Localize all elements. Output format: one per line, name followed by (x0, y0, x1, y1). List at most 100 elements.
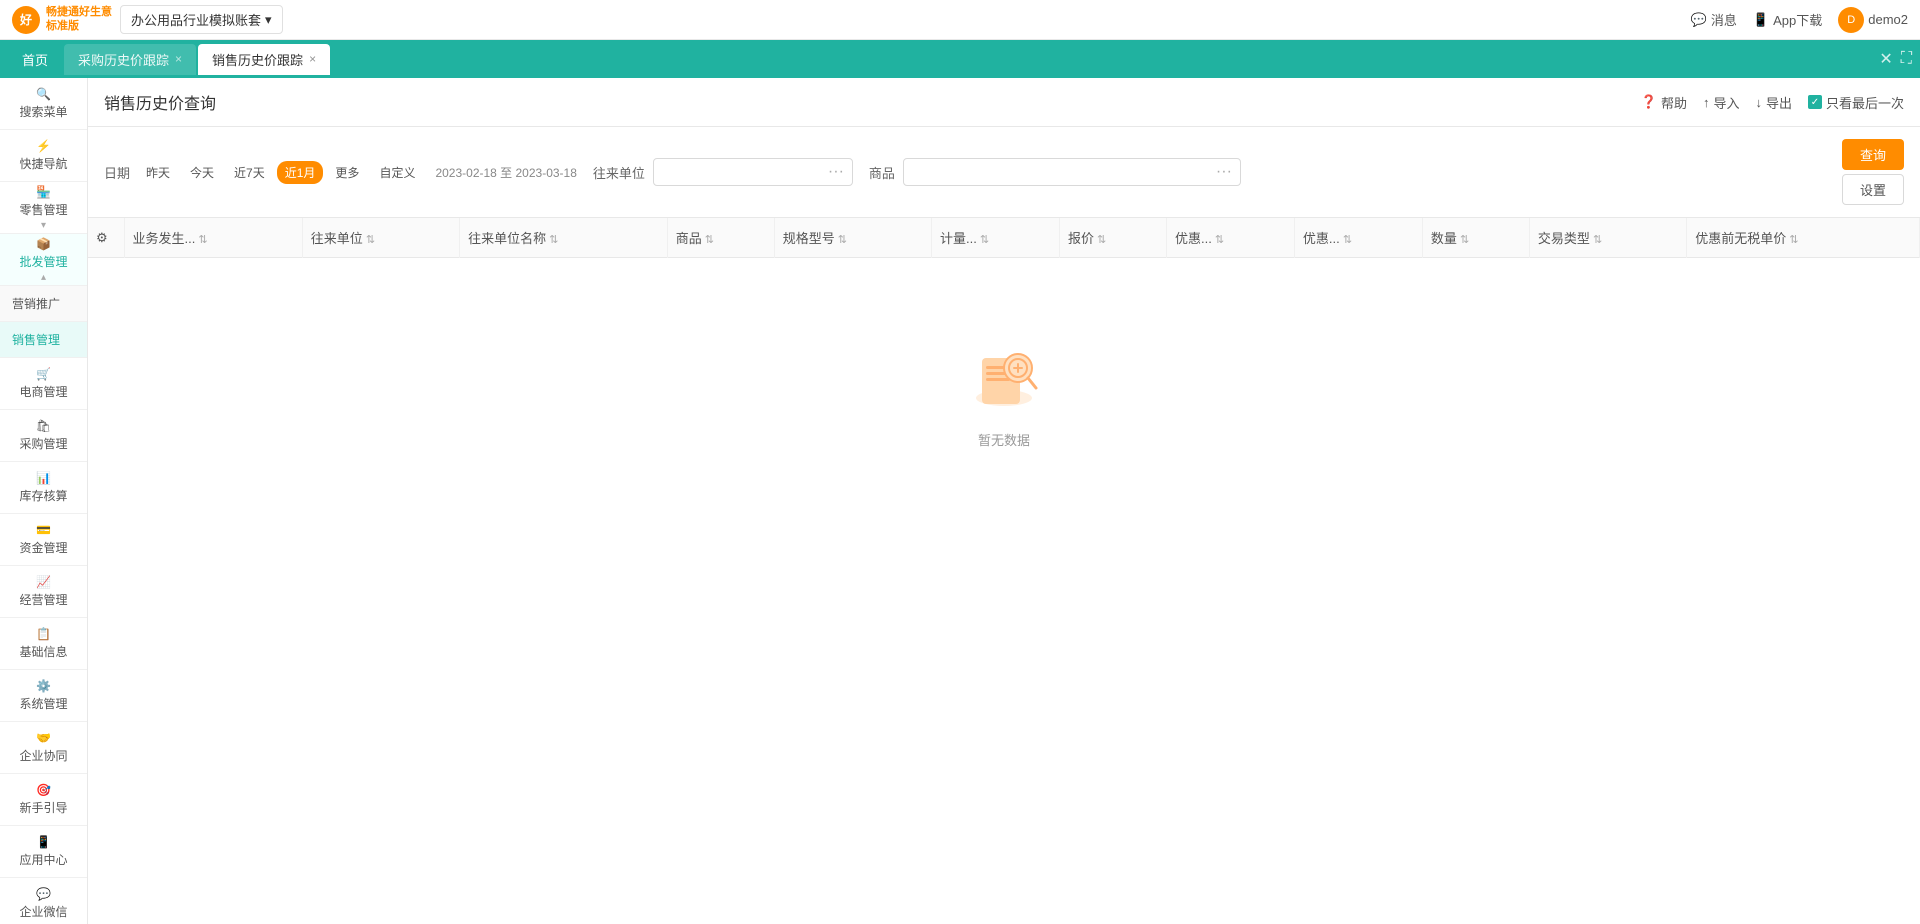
sidebar: 🔍 搜索菜单 ⚡ 快捷导航 🏪 零售管理 ▾ 📦 批发管理 ▴ 营销推广 销售管… (0, 78, 88, 924)
sidebar-item-retail[interactable]: 🏪 零售管理 ▾ (0, 182, 87, 234)
page-header: 销售历史价查询 ❓ 帮助 ↑ 导入 ↓ 导出 只看最后一次 (88, 78, 1920, 127)
sidebar-item-purchase[interactable]: 🛍 采购管理 (0, 410, 87, 462)
sidebar-item-quick-nav[interactable]: ⚡ 快捷导航 (0, 130, 87, 182)
empty-icon (964, 338, 1044, 418)
retail-icon: 🏪 (36, 185, 51, 199)
sidebar-item-finance[interactable]: 💳 资金管理 (0, 514, 87, 566)
search-icon: 🔍 (36, 87, 51, 101)
sidebar-item-operations[interactable]: 📈 经营管理 (0, 566, 87, 618)
th-gear[interactable]: ⚙ (88, 218, 124, 258)
date-label: 日期 (104, 163, 130, 182)
th-discount1[interactable]: 优惠... (1166, 218, 1294, 258)
data-table: ⚙ 业务发生... 往来单位 往来单位名称 商品 规格型号 计量... 报价 优… (88, 218, 1920, 258)
sidebar-item-system[interactable]: ⚙️ 系统管理 (0, 670, 87, 722)
date-tab-1month[interactable]: 近1月 (277, 161, 324, 184)
app-download-button[interactable]: 📱 App下载 (1753, 10, 1822, 29)
goods-input[interactable] (912, 165, 1212, 180)
help-button[interactable]: ❓ 帮助 (1641, 93, 1687, 112)
date-tab-today[interactable]: 今天 (182, 161, 222, 184)
th-qty[interactable]: 数量 (1422, 218, 1529, 258)
sidebar-item-ecommerce[interactable]: 🛒 电商管理 (0, 358, 87, 410)
content-area: 销售历史价查询 ❓ 帮助 ↑ 导入 ↓ 导出 只看最后一次 (88, 78, 1920, 924)
filter-bar: 日期 昨天 今天 近7天 近1月 更多 自定义 2023-02-18 至 202… (88, 127, 1920, 218)
basic-info-icon: 📋 (36, 627, 51, 641)
goods-filter-group: 商品 ··· (869, 158, 1241, 186)
logo-text: 畅捷通好生意 标准版 (46, 6, 112, 32)
sidebar-item-inventory[interactable]: 📊 库存核算 (0, 462, 87, 514)
partner-search-icon[interactable]: ··· (828, 163, 844, 181)
sidebar-item-basic-info[interactable]: 📋 基础信息 (0, 618, 87, 670)
enterprise-icon: 🤝 (36, 731, 51, 745)
help-icon: ❓ (1641, 94, 1657, 110)
empty-text: 暂无数据 (978, 430, 1030, 449)
th-price[interactable]: 报价 (1059, 218, 1166, 258)
th-unit[interactable]: 计量... (932, 218, 1060, 258)
avatar: D (1838, 7, 1864, 33)
query-button[interactable]: 查询 (1842, 139, 1904, 170)
date-tab-7days[interactable]: 近7天 (226, 161, 273, 184)
tab-fullscreen-button[interactable]: ⛶ (1901, 50, 1912, 68)
message-button[interactable]: 💬 消息 (1691, 10, 1737, 29)
tab-close-all-button[interactable]: ✕ (1879, 49, 1892, 69)
tab-purchase-history[interactable]: 采购历史价跟踪 × (64, 44, 196, 75)
table-header: ⚙ 业务发生... 往来单位 往来单位名称 商品 规格型号 计量... 报价 优… (88, 218, 1920, 258)
checkbox-icon (1808, 95, 1822, 109)
partner-input-wrapper[interactable]: ··· (653, 158, 853, 186)
export-button[interactable]: ↓ 导出 (1755, 93, 1792, 112)
import-icon: ↑ (1703, 95, 1710, 110)
sidebar-sub-wholesale: 营销推广 销售管理 (0, 286, 87, 358)
account-selector[interactable]: 办公用品行业模拟账套 ▾ (120, 5, 283, 34)
user-menu[interactable]: D demo2 (1838, 7, 1908, 33)
tab-home[interactable]: 首页 (8, 44, 62, 75)
chevron-down-icon: ▾ (265, 12, 272, 28)
sidebar-item-app-center[interactable]: 📱 应用中心 (0, 826, 87, 878)
guide-icon: 🎯 (36, 783, 51, 797)
finance-icon: 💳 (36, 523, 51, 537)
chevron-up-icon: ▴ (41, 272, 46, 283)
setting-button[interactable]: 设置 (1842, 174, 1904, 205)
tab-sales-history[interactable]: 销售历史价跟踪 × (198, 44, 330, 75)
date-tab-yesterday[interactable]: 昨天 (138, 161, 178, 184)
th-discount2[interactable]: 优惠... (1294, 218, 1422, 258)
goods-label: 商品 (869, 163, 895, 182)
ecommerce-icon: 🛒 (36, 367, 51, 381)
sidebar-item-search[interactable]: 🔍 搜索菜单 (0, 78, 87, 130)
topbar: 好 畅捷通好生意 标准版 办公用品行业模拟账套 ▾ 💬 消息 📱 App下载 D… (0, 0, 1920, 40)
date-tab-more[interactable]: 更多 (327, 161, 367, 184)
page-header-actions: ❓ 帮助 ↑ 导入 ↓ 导出 只看最后一次 (1641, 93, 1904, 112)
gear-icon[interactable]: ⚙ (96, 230, 108, 245)
th-partner-name[interactable]: 往来单位名称 (460, 218, 668, 258)
topbar-right: 💬 消息 📱 App下载 D demo2 (1691, 7, 1908, 33)
tab-close-sales[interactable]: × (309, 52, 316, 66)
th-no-tax-price[interactable]: 优惠前无税单价 (1687, 218, 1920, 258)
sidebar-item-guide[interactable]: 🎯 新手引导 (0, 774, 87, 826)
th-trade-type[interactable]: 交易类型 (1529, 218, 1686, 258)
import-button[interactable]: ↑ 导入 (1703, 93, 1740, 112)
purchase-icon: 🛍 (36, 419, 51, 433)
wholesale-icon: 📦 (36, 237, 51, 251)
goods-search-icon[interactable]: ··· (1216, 163, 1232, 181)
sidebar-item-wholesale[interactable]: 📦 批发管理 ▴ (0, 234, 87, 286)
message-icon: 💬 (1691, 12, 1707, 28)
sidebar-item-marketing[interactable]: 营销推广 (0, 286, 87, 322)
tab-close-purchase[interactable]: × (175, 52, 182, 66)
date-range-display: 2023-02-18 至 2023-03-18 (435, 164, 576, 181)
inventory-icon: 📊 (36, 471, 51, 485)
sidebar-item-wechat[interactable]: 💬 企业微信 (0, 878, 87, 924)
sidebar-item-sales-mgmt[interactable]: 销售管理 (0, 322, 87, 358)
empty-state: 暂无数据 (88, 258, 1920, 529)
sidebar-item-enterprise[interactable]: 🤝 企业协同 (0, 722, 87, 774)
th-spec[interactable]: 规格型号 (774, 218, 931, 258)
partner-label: 往来单位 (593, 163, 645, 182)
partner-input[interactable] (662, 165, 824, 180)
th-biz-date[interactable]: 业务发生... (124, 218, 302, 258)
th-partner-code[interactable]: 往来单位 (302, 218, 459, 258)
date-tab-custom[interactable]: 自定义 (371, 161, 423, 184)
goods-input-wrapper[interactable]: ··· (903, 158, 1241, 186)
tabbar-right: ✕ ⛶ (1879, 49, 1912, 69)
main-layout: 🔍 搜索菜单 ⚡ 快捷导航 🏪 零售管理 ▾ 📦 批发管理 ▴ 营销推广 销售管… (0, 78, 1920, 924)
last-one-checkbox[interactable]: 只看最后一次 (1808, 93, 1904, 112)
date-tabs: 昨天 今天 近7天 近1月 更多 自定义 (138, 161, 423, 184)
th-goods[interactable]: 商品 (667, 218, 774, 258)
wechat-icon: 💬 (36, 887, 51, 901)
